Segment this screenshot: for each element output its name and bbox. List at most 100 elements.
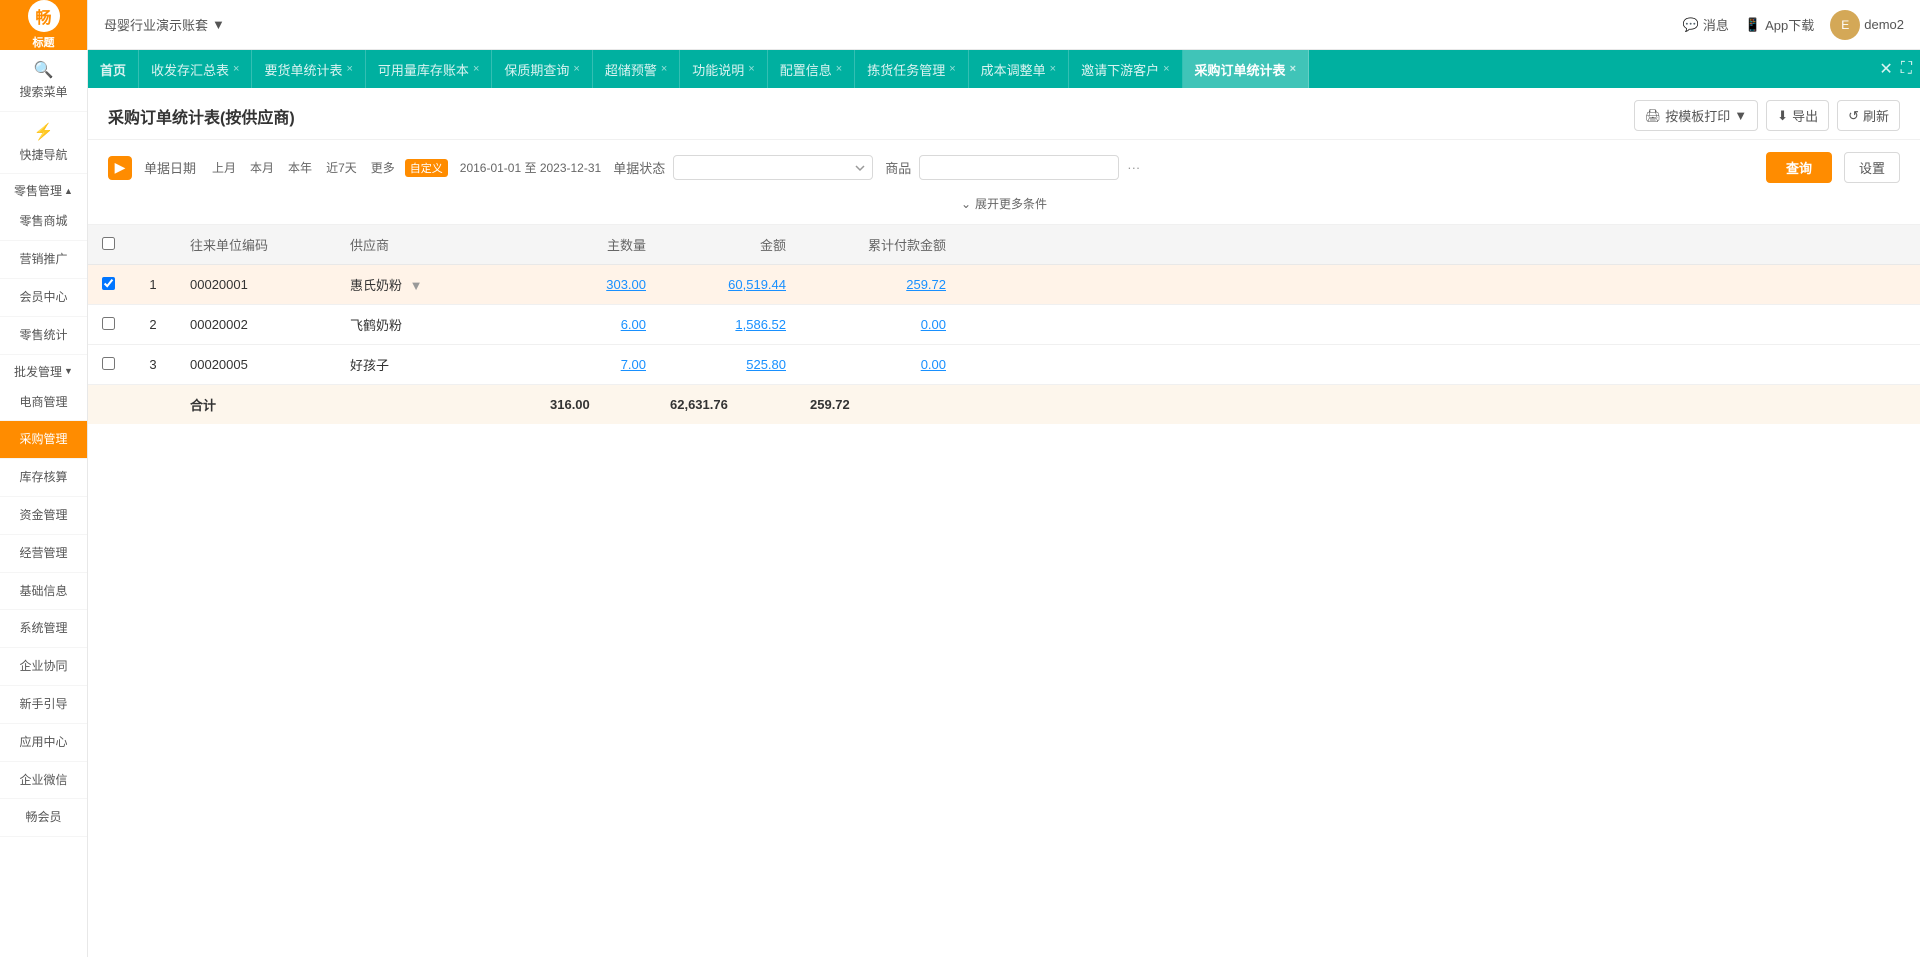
sidebar-item-basic-info[interactable]: 基础信息 (0, 573, 87, 611)
sidebar-item-app-center[interactable]: 应用中心 (0, 724, 87, 762)
row-qty[interactable]: 303.00 (538, 265, 658, 305)
row-amount[interactable]: 60,519.44 (658, 265, 798, 305)
download-icon: 📱 (1745, 17, 1761, 33)
table-row[interactable]: 1 00020001 惠氏奶粉 ▼ 303.00 60,519.44 259.7… (88, 265, 1920, 305)
table-row[interactable]: 3 00020005 好孩子 7.00 525.80 0.00 (88, 345, 1920, 385)
app-download-btn[interactable]: 📱 App下载 (1745, 15, 1814, 34)
tab-order-summary[interactable]: 要货单统计表 × (252, 50, 365, 88)
close-icon[interactable]: × (573, 63, 579, 75)
row-check[interactable] (88, 345, 128, 385)
col-no-header (128, 225, 178, 265)
tab-label: 要货单统计表 (264, 60, 342, 79)
sidebar-item-wholesale-mgmt[interactable]: 批发管理 (0, 355, 87, 384)
col-paid-header: 累计付款金额 (798, 225, 958, 265)
sidebar-item-new-guide[interactable]: 新手引导 (0, 686, 87, 724)
tab-pick-task[interactable]: 拣货任务管理 × (855, 50, 968, 88)
select-all-checkbox[interactable] (102, 237, 115, 250)
goods-input[interactable] (919, 155, 1119, 180)
close-icon[interactable]: × (748, 63, 754, 75)
tab-home[interactable]: 首页 (88, 50, 139, 88)
shortcut-this-year[interactable]: 本年 (284, 158, 316, 177)
tab-label: 收发存汇总表 (151, 60, 229, 79)
tab-invite-downstream[interactable]: 邀请下游客户 × (1069, 50, 1182, 88)
close-icon[interactable]: × (836, 63, 842, 75)
close-icon[interactable]: × (346, 63, 352, 75)
sidebar-item-enterprise-wechat[interactable]: 企业微信 (0, 762, 87, 800)
tab-expiry-query[interactable]: 保质期查询 × (492, 50, 592, 88)
shortcut-more[interactable]: 更多 (367, 158, 399, 177)
search-button[interactable]: 查询 (1766, 152, 1832, 183)
sidebar-item-retail-stats[interactable]: 零售统计 (0, 317, 87, 355)
shortcut-this-month[interactable]: 本月 (246, 158, 278, 177)
filter-toggle-button[interactable]: ▶ (108, 156, 132, 180)
sidebar-item-ecom-mgmt[interactable]: 电商管理 (0, 384, 87, 422)
sidebar-item-label: 零售统计 (19, 328, 67, 342)
sidebar-item-member-center[interactable]: 会员中心 (0, 279, 87, 317)
row-amount[interactable]: 525.80 (658, 345, 798, 385)
user-profile-btn[interactable]: E demo2 (1830, 10, 1904, 40)
close-icon[interactable]: × (1290, 63, 1296, 75)
sidebar-item-label: 快捷导航 (19, 148, 67, 162)
sidebar-item-finance-mgmt[interactable]: 资金管理 (0, 497, 87, 535)
shortcut-7days[interactable]: 近7天 (322, 158, 361, 177)
refresh-button[interactable]: ↺ 刷新 (1837, 100, 1900, 131)
row-paid[interactable]: 0.00 (798, 345, 958, 385)
sidebar-item-stock-check[interactable]: 库存核算 (0, 459, 87, 497)
shortcut-last-month[interactable]: 上月 (208, 158, 240, 177)
sidebar-item-ops-mgmt[interactable]: 经营管理 (0, 535, 87, 573)
table-row[interactable]: 2 00020002 飞鹤奶粉 6.00 1,586.52 0.00 (88, 305, 1920, 345)
sidebar-item-label: 基础信息 (19, 584, 67, 598)
sidebar-item-retail-mall[interactable]: 零售商城 (0, 203, 87, 241)
sidebar-item-label: 零售商城 (19, 214, 67, 228)
sidebar-item-sys-mgmt[interactable]: 系统管理 (0, 610, 87, 648)
tab-cost-adjust[interactable]: 成本调整单 × (969, 50, 1069, 88)
expand-icon[interactable]: ▼ (410, 278, 423, 293)
sidebar-item-label: 资金管理 (19, 508, 67, 522)
close-icon[interactable]: × (949, 63, 955, 75)
printer-icon: 🖨 (1645, 108, 1662, 124)
tab-home-label: 首页 (100, 60, 126, 79)
export-button[interactable]: ⬇ 导出 (1766, 100, 1829, 131)
footer-extra (958, 385, 1920, 425)
row-paid[interactable]: 259.72 (798, 265, 958, 305)
row-amount[interactable]: 1,586.52 (658, 305, 798, 345)
tab-usable-stock[interactable]: 可用量库存账本 × (366, 50, 492, 88)
maximize-icon[interactable]: ⛶ (1901, 60, 1912, 78)
sidebar-item-quick-nav[interactable]: ⚡ 快捷导航 (0, 112, 87, 174)
sidebar-item-enterprise-collab[interactable]: 企业协同 (0, 648, 87, 686)
sidebar-item-purchase-mgmt[interactable]: 采购管理 (0, 421, 87, 459)
sidebar-item-label: 批发管理 (14, 363, 62, 380)
tab-label: 邀请下游客户 (1081, 60, 1159, 79)
close-icon[interactable]: × (1163, 63, 1169, 75)
workspace-selector[interactable]: 母婴行业演示账套 ▼ (104, 15, 225, 34)
close-icon[interactable]: × (661, 63, 667, 75)
close-icon[interactable]: × (473, 63, 479, 75)
sidebar-item-label: 经营管理 (19, 546, 67, 560)
tab-function-desc[interactable]: 功能说明 × (680, 50, 767, 88)
row-qty[interactable]: 6.00 (538, 305, 658, 345)
row-check[interactable] (88, 305, 128, 345)
tab-config-info[interactable]: 配置信息 × (768, 50, 855, 88)
tab-purchase-summary[interactable]: 采购订单统计表 × (1183, 50, 1309, 88)
message-btn[interactable]: 💬 消息 (1683, 15, 1729, 34)
close-all-icon[interactable]: ✕ (1879, 59, 1892, 79)
inner-page: 采购订单统计表(按供应商) 🖨 按模板打印 ▼ ⬇ 导出 ↺ 刷新 (88, 88, 1920, 957)
more-icon[interactable]: ··· (1127, 160, 1140, 175)
status-select[interactable] (673, 155, 873, 180)
print-button[interactable]: 🖨 按模板打印 ▼ (1634, 100, 1758, 131)
close-icon[interactable]: × (233, 63, 239, 75)
sidebar-item-marketing[interactable]: 营销推广 (0, 241, 87, 279)
tab-overstock-warning[interactable]: 超储预警 × (593, 50, 680, 88)
sidebar-item-retail-mgmt[interactable]: 零售管理 (0, 174, 87, 203)
sidebar-item-search[interactable]: 🔍 搜索菜单 (0, 50, 87, 112)
close-icon[interactable]: × (1050, 63, 1056, 75)
settings-button[interactable]: 设置 (1844, 152, 1900, 183)
status-filter-group: 单据状态 (613, 155, 873, 180)
expand-more-btn[interactable]: ⌄ 展开更多条件 (108, 191, 1900, 216)
tab-receive-summary[interactable]: 收发存汇总表 × (139, 50, 252, 88)
data-table: 往来单位编码 供应商 主数量 金额 累计付款金额 1 00020001 (88, 225, 1920, 424)
row-check[interactable] (88, 265, 128, 305)
row-qty[interactable]: 7.00 (538, 345, 658, 385)
row-paid[interactable]: 0.00 (798, 305, 958, 345)
sidebar-item-member[interactable]: 畅会员 (0, 799, 87, 837)
